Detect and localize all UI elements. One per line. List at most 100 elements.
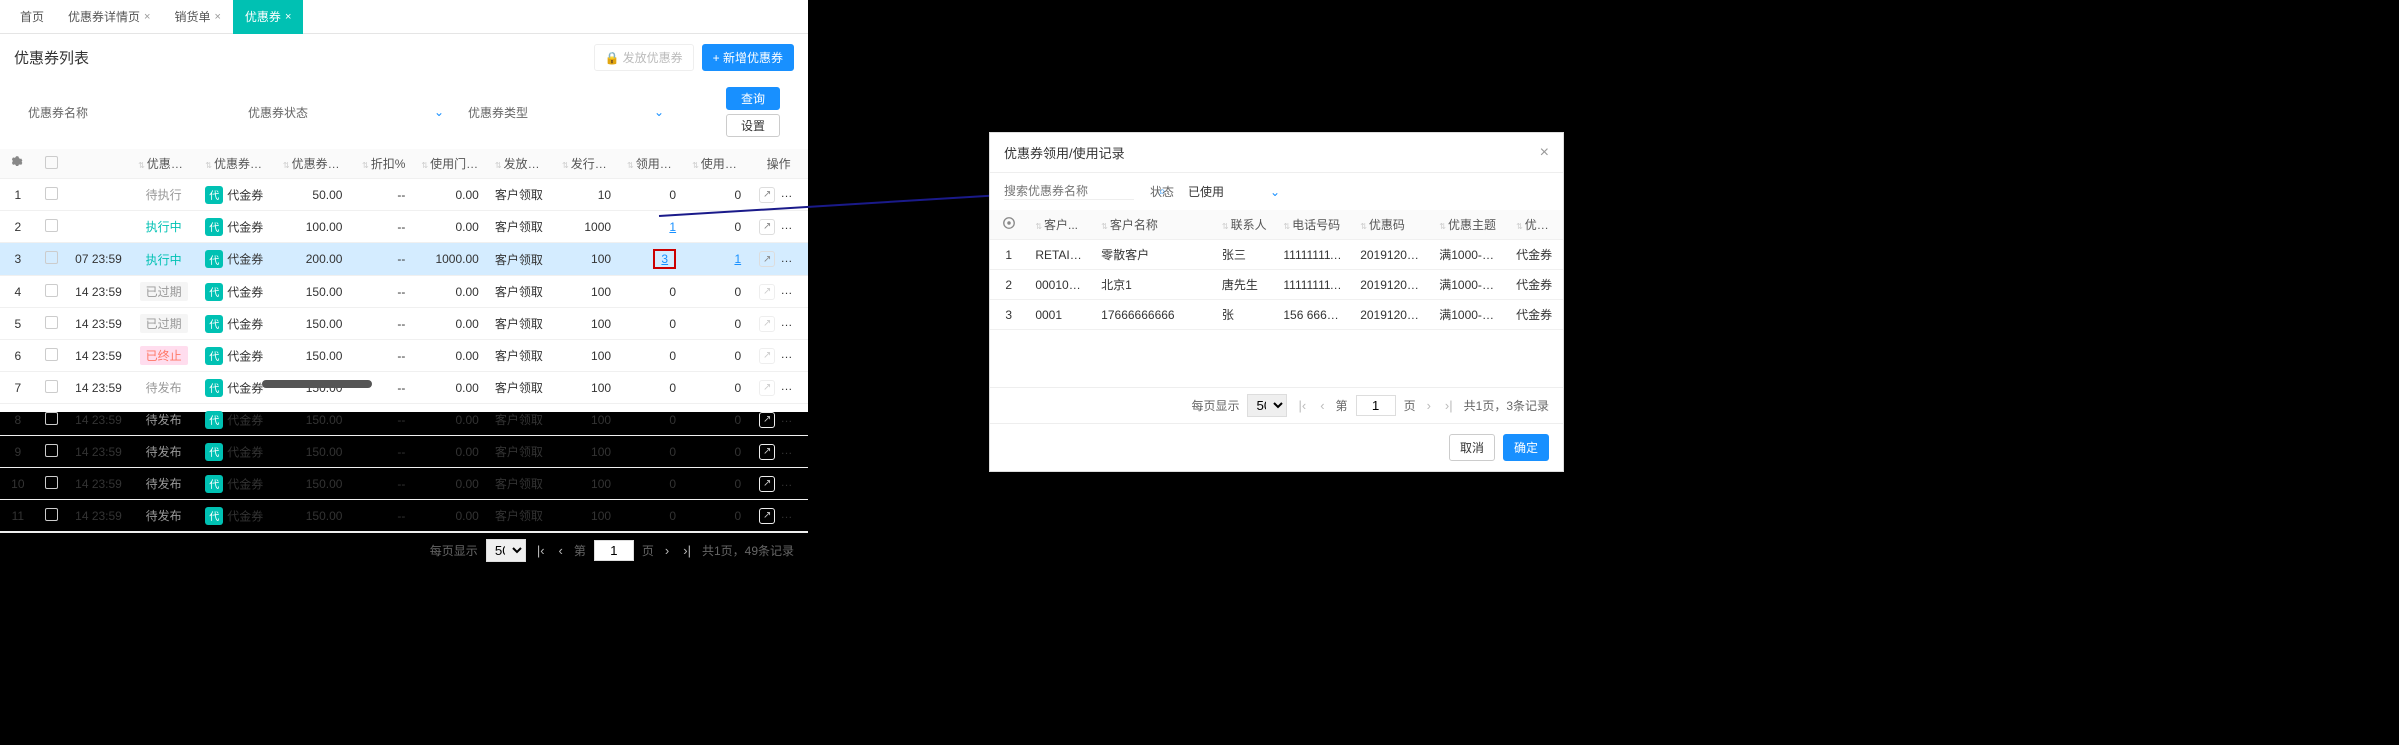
qrcode-icon[interactable]: ▦ <box>782 187 798 203</box>
sort-icon[interactable]: ⇅ <box>205 161 212 170</box>
checkbox-icon <box>45 412 58 425</box>
modal-pagination-summary: 共1页，3条记录 <box>1464 397 1549 414</box>
table-row[interactable]: 1 RETAIL... 零散客户 张三 11111111111 20191207… <box>990 240 1563 270</box>
horizontal-scrollbar[interactable] <box>262 380 372 388</box>
modal-search-input[interactable] <box>1004 184 1159 198</box>
sort-icon[interactable]: ⇅ <box>1283 222 1290 231</box>
row-used: 0 <box>684 404 749 436</box>
prev-page-button[interactable]: ‹ <box>556 543 566 558</box>
table-row[interactable]: 5 14 23:59 已过期 代代金券 150.00 -- 0.00 客户领取 … <box>0 308 808 340</box>
add-coupon-button[interactable]: + 新增优惠券 <box>702 44 794 71</box>
column-settings[interactable] <box>0 149 36 179</box>
sort-icon[interactable]: ⇅ <box>362 161 369 170</box>
row-checkbox[interactable] <box>36 211 67 243</box>
sort-icon[interactable]: ⇅ <box>138 161 145 170</box>
share-icon: ↗ <box>759 316 775 332</box>
receive-count-link[interactable]: 3 <box>661 252 668 266</box>
sort-icon[interactable]: ⇅ <box>1101 222 1108 231</box>
used-count-link[interactable]: 1 <box>734 252 741 266</box>
row-issue: 1000 <box>554 211 619 243</box>
tab-优惠券[interactable]: 优惠券× <box>233 0 303 34</box>
sort-icon[interactable]: ⇅ <box>1516 222 1523 231</box>
table-row[interactable]: 6 14 23:59 已终止 代代金券 150.00 -- 0.00 客户领取 … <box>0 340 808 372</box>
sort-icon[interactable]: ⇅ <box>692 161 699 170</box>
sort-icon[interactable]: ⇅ <box>562 161 569 170</box>
row-checkbox[interactable] <box>36 308 67 340</box>
sort-icon[interactable]: ⇅ <box>1222 222 1229 231</box>
sort-icon[interactable]: ⇅ <box>1035 222 1042 231</box>
row-checkbox[interactable] <box>36 276 67 308</box>
filter-type-select[interactable]: ⌄ <box>534 101 664 123</box>
next-page-button[interactable]: › <box>1424 398 1434 413</box>
sort-icon[interactable]: ⇅ <box>1360 222 1367 231</box>
close-icon[interactable]: × <box>214 11 220 23</box>
table-row[interactable]: 8 14 23:59 待发布 代代金券 150.00 -- 0.00 客户领取 … <box>0 404 808 436</box>
modal-search[interactable]: ⌕ <box>1004 184 1134 200</box>
qrcode-icon[interactable]: ▦ <box>782 251 798 267</box>
share-icon[interactable]: ↗ <box>759 251 775 267</box>
tab-销货单[interactable]: 销货单× <box>162 0 232 34</box>
share-icon[interactable]: ↗ <box>759 219 775 235</box>
row-dist: 客户领取 <box>487 211 554 243</box>
row-checkbox[interactable] <box>36 404 67 436</box>
filter-status-select[interactable]: ⌄ <box>314 101 444 123</box>
sort-icon[interactable]: ⇅ <box>1439 222 1446 231</box>
table-row[interactable]: 10 14 23:59 待发布 代代金券 150.00 -- 0.00 客户领取… <box>0 468 808 500</box>
table-row[interactable]: 3 07 23:59 执行中 代代金券 200.00 -- 1000.00 客户… <box>0 243 808 276</box>
close-icon[interactable]: × <box>285 11 291 23</box>
row-checkbox[interactable] <box>36 436 67 468</box>
sort-icon[interactable]: ⇅ <box>495 161 502 170</box>
table-row[interactable]: 2 00010001 北京1 唐先生 11111111111 20191207Q… <box>990 270 1563 300</box>
modal-page-input[interactable] <box>1356 395 1396 416</box>
tab-首页[interactable]: 首页 <box>8 0 56 34</box>
qrcode-icon: ▦ <box>782 444 798 460</box>
table-row[interactable]: 7 14 23:59 待发布 代代金券 150.00 -- 0.00 客户领取 … <box>0 372 808 404</box>
row-time: 14 23:59 <box>67 436 130 468</box>
query-button[interactable]: 查询 <box>726 87 780 110</box>
table-row[interactable]: 1 待执行 代代金券 50.00 -- 0.00 客户领取 10 0 0 ↗ ▦ <box>0 179 808 211</box>
column-settings[interactable] <box>990 210 1027 240</box>
first-page-button[interactable]: |‹ <box>1295 398 1309 413</box>
prev-page-button[interactable]: ‹ <box>1317 398 1327 413</box>
close-icon[interactable]: × <box>1540 144 1549 162</box>
settings-button[interactable]: 设置 <box>726 114 780 137</box>
last-page-button[interactable]: ›| <box>1442 398 1456 413</box>
row-checkbox[interactable] <box>36 500 67 532</box>
filter-name-input[interactable] <box>94 101 224 123</box>
modal-per-page-select[interactable]: 50 <box>1247 394 1287 417</box>
first-page-button[interactable]: |‹ <box>534 543 548 558</box>
table-row[interactable]: 9 14 23:59 待发布 代代金券 150.00 -- 0.00 客户领取 … <box>0 436 808 468</box>
qrcode-icon[interactable]: ▦ <box>782 219 798 235</box>
row-checkbox[interactable] <box>36 243 67 276</box>
row-checkbox[interactable] <box>36 468 67 500</box>
row-time <box>67 211 130 243</box>
row-checkbox[interactable] <box>36 340 67 372</box>
page-input[interactable] <box>594 540 634 561</box>
row-code: 20191207Q... <box>1352 240 1431 270</box>
close-icon[interactable]: × <box>144 11 150 23</box>
table-row[interactable]: 11 14 23:59 待发布 代代金券 150.00 -- 0.00 客户领取… <box>0 500 808 532</box>
distribute-coupon-button[interactable]: 🔒 发放优惠券 <box>594 44 694 71</box>
table-row[interactable]: 3 0001 17666666666 张 156 6666 ... 201912… <box>990 300 1563 330</box>
last-page-button[interactable]: ›| <box>680 543 694 558</box>
row-time: 14 23:59 <box>67 468 130 500</box>
row-contact: 张 <box>1214 300 1275 330</box>
tab-优惠券详情页[interactable]: 优惠券详情页 × <box>56 0 162 34</box>
column-checkbox[interactable] <box>36 149 67 179</box>
confirm-button[interactable]: 确定 <box>1503 434 1549 461</box>
table-row[interactable]: 4 14 23:59 已过期 代代金券 150.00 -- 0.00 客户领取 … <box>0 276 808 308</box>
row-threshold: 1000.00 <box>413 243 486 276</box>
sort-icon[interactable]: ⇅ <box>283 161 290 170</box>
tab-label: 优惠券详情页 <box>68 8 140 25</box>
receive-count-link[interactable]: 1 <box>669 220 676 234</box>
share-icon[interactable]: ↗ <box>759 187 775 203</box>
per-page-select[interactable]: 50 <box>486 539 526 562</box>
sort-icon[interactable]: ⇅ <box>421 161 428 170</box>
cancel-button[interactable]: 取消 <box>1449 434 1495 461</box>
checkbox-icon <box>45 187 58 200</box>
row-checkbox[interactable] <box>36 179 67 211</box>
row-checkbox[interactable] <box>36 372 67 404</box>
next-page-button[interactable]: › <box>662 543 672 558</box>
chevron-down-icon[interactable]: ⌄ <box>1270 185 1280 199</box>
sort-icon[interactable]: ⇅ <box>627 161 634 170</box>
